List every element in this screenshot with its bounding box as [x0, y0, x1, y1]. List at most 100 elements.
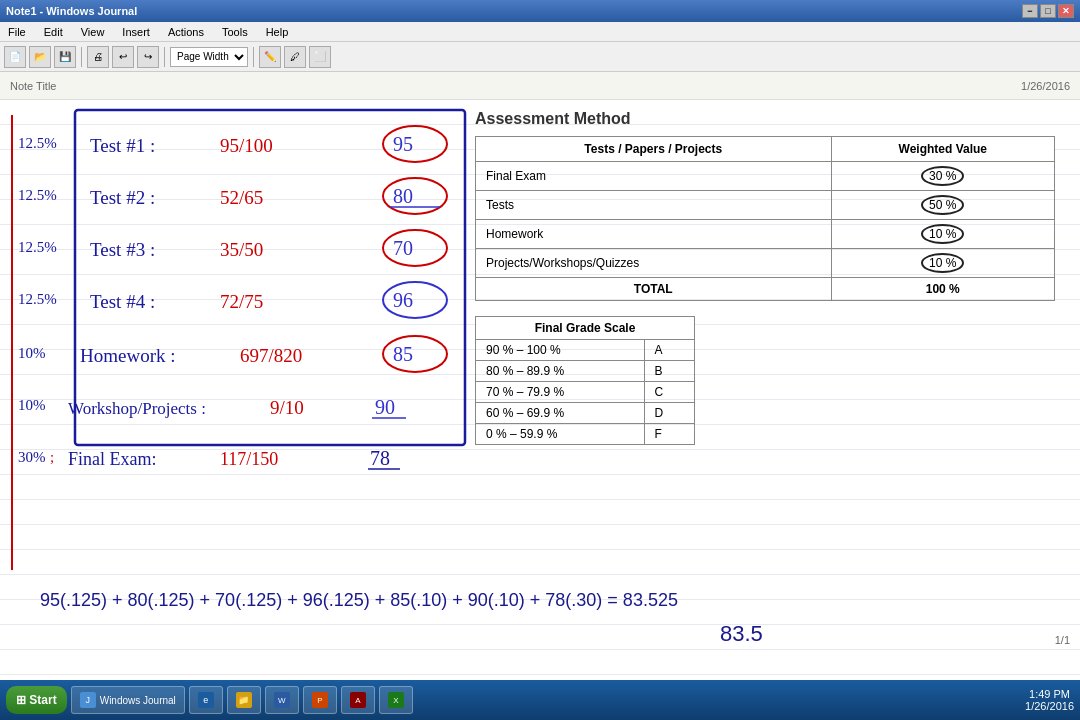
separator1	[81, 47, 82, 67]
svg-text:95: 95	[393, 133, 413, 155]
menu-actions[interactable]: Actions	[164, 24, 208, 40]
assessment-area: Assessment Method Tests / Papers / Proje…	[475, 110, 1055, 445]
title-bar-text: Note1 - Windows Journal	[6, 5, 137, 17]
svg-text:697/820: 697/820	[240, 345, 302, 366]
col-header-tests: Tests / Papers / Projects	[476, 137, 832, 162]
menu-help[interactable]: Help	[262, 24, 293, 40]
menu-file[interactable]: File	[4, 24, 30, 40]
circle-50: 50 %	[921, 195, 964, 215]
menu-edit[interactable]: Edit	[40, 24, 67, 40]
grade-letter-d: D	[644, 403, 694, 424]
table-row: Final Exam 30 %	[476, 162, 1055, 191]
note-header: Note Title 1/26/2016	[0, 72, 1080, 100]
row-final-exam-label: Final Exam	[476, 162, 832, 191]
start-button[interactable]: ⊞ Start	[6, 686, 67, 714]
taskbar-date: 1/26/2016	[1025, 700, 1074, 712]
title-bar-buttons: − □ ✕	[1022, 4, 1074, 18]
taskbar-journal[interactable]: J Windows Journal	[71, 686, 185, 714]
taskbar-ie[interactable]: e	[189, 686, 223, 714]
svg-text:90: 90	[375, 396, 395, 418]
svg-text:96: 96	[393, 289, 413, 311]
formula-text: 95(.125) + 80(.125) + 70(.125) + 96(.125…	[40, 590, 1060, 611]
svg-text:12.5%: 12.5%	[18, 239, 57, 255]
calculation-area: 95(.125) + 80(.125) + 70(.125) + 96(.125…	[40, 590, 1060, 647]
svg-text:70: 70	[393, 237, 413, 259]
result-text: 83.5	[40, 621, 1060, 647]
menu-bar: File Edit View Insert Actions Tools Help	[0, 22, 1080, 42]
new-button[interactable]: 📄	[4, 46, 26, 68]
svg-text:78: 78	[370, 447, 390, 469]
zoom-dropdown[interactable]: Page Width 75% 100%	[170, 47, 248, 67]
row-tests-label: Tests	[476, 191, 832, 220]
separator3	[253, 47, 254, 67]
save-button[interactable]: 💾	[54, 46, 76, 68]
journal-icon: J	[80, 692, 96, 708]
grade-scale-table: Final Grade Scale 90 % – 100 % A 80 % – …	[475, 316, 695, 445]
ppt-icon: P	[312, 692, 328, 708]
grade-row-a: 90 % – 100 % A	[476, 340, 695, 361]
journal-label: Windows Journal	[100, 695, 176, 706]
close-button[interactable]: ✕	[1058, 4, 1074, 18]
svg-text:95/100: 95/100	[220, 135, 273, 156]
grade-range-c: 70 % – 79.9 %	[476, 382, 645, 403]
grade-letter-a: A	[644, 340, 694, 361]
ie-icon: e	[198, 692, 214, 708]
access-icon: A	[350, 692, 366, 708]
grade-range-b: 80 % – 89.9 %	[476, 361, 645, 382]
maximize-button[interactable]: □	[1040, 4, 1056, 18]
explorer-icon: 📁	[236, 692, 252, 708]
print-button[interactable]: 🖨	[87, 46, 109, 68]
circle-30: 30 %	[921, 166, 964, 186]
table-row: Projects/Workshops/Quizzes 10 %	[476, 249, 1055, 278]
svg-text:12.5%: 12.5%	[18, 291, 57, 307]
svg-text:52/65: 52/65	[220, 187, 263, 208]
taskbar-ppt[interactable]: P	[303, 686, 337, 714]
svg-text:80: 80	[393, 185, 413, 207]
taskbar-explorer[interactable]: 📁	[227, 686, 261, 714]
clock: 1:49 PM 1/26/2016	[1025, 688, 1074, 712]
svg-text:117/150: 117/150	[220, 449, 278, 469]
note-title[interactable]: Note Title	[10, 80, 56, 92]
page-number: 1/1	[1055, 634, 1070, 646]
row-projects-label: Projects/Workshops/Quizzes	[476, 249, 832, 278]
svg-text:Homework :: Homework :	[80, 345, 176, 366]
row-tests-value: 50 %	[831, 191, 1054, 220]
menu-insert[interactable]: Insert	[118, 24, 154, 40]
svg-text:Test #1 :: Test #1 :	[90, 135, 155, 156]
grade-range-f: 0 % – 59.9 %	[476, 424, 645, 445]
open-button[interactable]: 📂	[29, 46, 51, 68]
grade-letter-c: C	[644, 382, 694, 403]
canvas: 12.5% Test #1 : 95/100 95 12.5% Test #2 …	[0, 100, 1080, 694]
row-final-exam-value: 30 %	[831, 162, 1054, 191]
minimize-button[interactable]: −	[1022, 4, 1038, 18]
row-projects-value: 10 %	[831, 249, 1054, 278]
undo-button[interactable]: ↩	[112, 46, 134, 68]
grade-row-b: 80 % – 89.9 % B	[476, 361, 695, 382]
row-homework-value: 10 %	[831, 220, 1054, 249]
svg-text:12.5%: 12.5%	[18, 187, 57, 203]
grade-row-f: 0 % – 59.9 % F	[476, 424, 695, 445]
svg-text:Test #4 :: Test #4 :	[90, 291, 155, 312]
excel-icon: X	[388, 692, 404, 708]
menu-view[interactable]: View	[77, 24, 109, 40]
circle-10b: 10 %	[921, 253, 964, 273]
taskbar-word[interactable]: W	[265, 686, 299, 714]
menu-tools[interactable]: Tools	[218, 24, 252, 40]
grade-row-d: 60 % – 69.9 % D	[476, 403, 695, 424]
assessment-title: Assessment Method	[475, 110, 1055, 128]
grade-row-c: 70 % – 79.9 % C	[476, 382, 695, 403]
highlight-button[interactable]: 🖊	[284, 46, 306, 68]
pen-button[interactable]: ✏️	[259, 46, 281, 68]
svg-text:Workshop/Projects :: Workshop/Projects :	[68, 399, 206, 418]
svg-text:30%: 30%	[18, 449, 46, 465]
grade-range-d: 60 % – 69.9 %	[476, 403, 645, 424]
eraser-button[interactable]: ⬜	[309, 46, 331, 68]
grade-scale-header: Final Grade Scale	[476, 317, 695, 340]
taskbar-access[interactable]: A	[341, 686, 375, 714]
taskbar-left: ⊞ Start J Windows Journal e 📁 W P A X	[6, 686, 413, 714]
svg-text:Final Exam:: Final Exam:	[68, 449, 157, 469]
redo-button[interactable]: ↪	[137, 46, 159, 68]
title-bar: Note1 - Windows Journal − □ ✕	[0, 0, 1080, 22]
taskbar-excel[interactable]: X	[379, 686, 413, 714]
total-row: TOTAL 100 %	[476, 278, 1055, 301]
